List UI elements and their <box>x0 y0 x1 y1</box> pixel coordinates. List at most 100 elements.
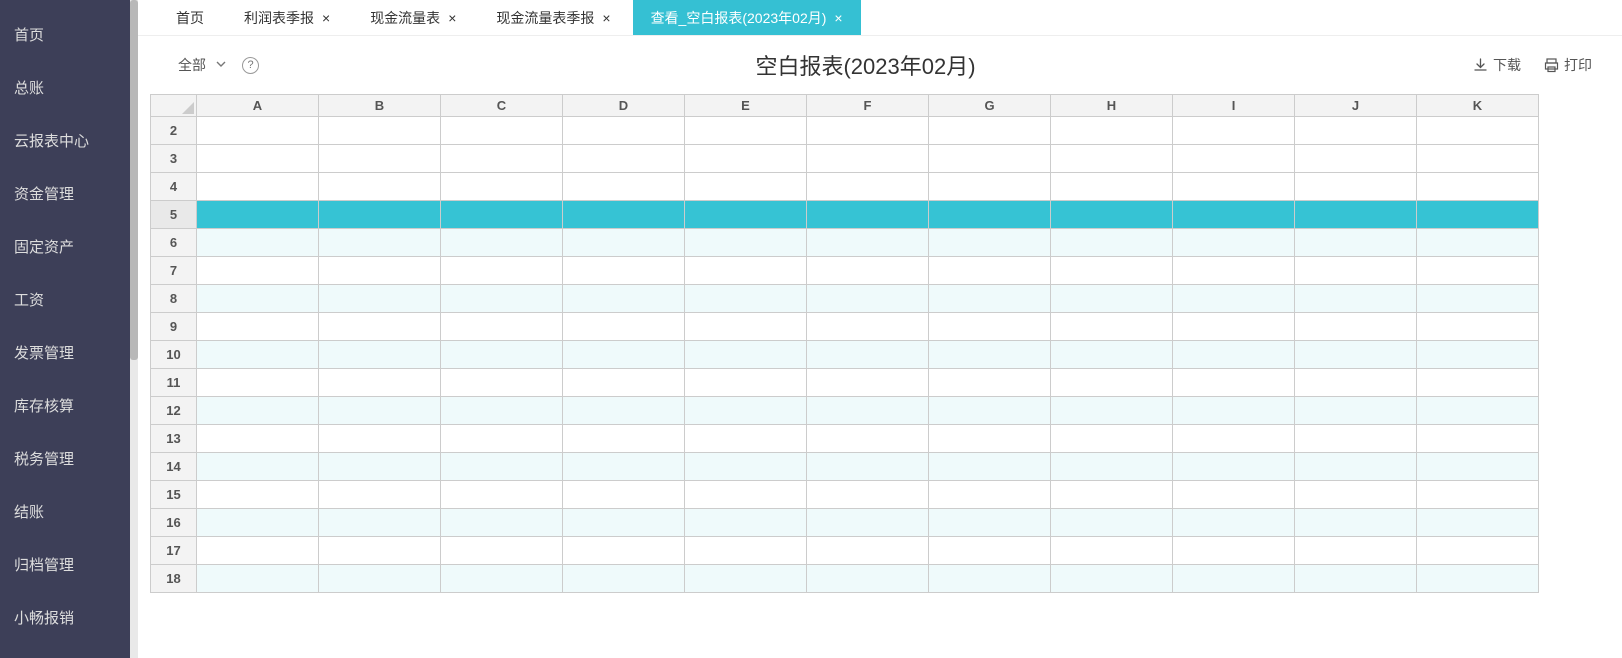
cell-K3[interactable] <box>1417 145 1539 173</box>
cell-F12[interactable] <box>807 397 929 425</box>
cell-G3[interactable] <box>929 145 1051 173</box>
help-icon[interactable]: ? <box>242 57 259 74</box>
cell-I13[interactable] <box>1173 425 1295 453</box>
cell-E12[interactable] <box>685 397 807 425</box>
cell-C14[interactable] <box>441 453 563 481</box>
cell-G17[interactable] <box>929 537 1051 565</box>
cell-F18[interactable] <box>807 565 929 593</box>
cell-D17[interactable] <box>563 537 685 565</box>
cell-G15[interactable] <box>929 481 1051 509</box>
close-icon[interactable]: × <box>834 10 842 26</box>
row-header-18[interactable]: 18 <box>151 565 197 593</box>
cell-I10[interactable] <box>1173 341 1295 369</box>
cell-H9[interactable] <box>1051 313 1173 341</box>
cell-E17[interactable] <box>685 537 807 565</box>
cell-B12[interactable] <box>319 397 441 425</box>
cell-B15[interactable] <box>319 481 441 509</box>
cell-E3[interactable] <box>685 145 807 173</box>
cell-E16[interactable] <box>685 509 807 537</box>
cell-H18[interactable] <box>1051 565 1173 593</box>
cell-B5[interactable] <box>319 201 441 229</box>
cell-D9[interactable] <box>563 313 685 341</box>
cell-I15[interactable] <box>1173 481 1295 509</box>
cell-F17[interactable] <box>807 537 929 565</box>
cell-E7[interactable] <box>685 257 807 285</box>
cell-I18[interactable] <box>1173 565 1295 593</box>
close-icon[interactable]: × <box>322 10 330 26</box>
cell-K14[interactable] <box>1417 453 1539 481</box>
cell-A8[interactable] <box>197 285 319 313</box>
cell-I8[interactable] <box>1173 285 1295 313</box>
cell-C15[interactable] <box>441 481 563 509</box>
sidebar-item-3[interactable]: 资金管理 <box>0 167 130 220</box>
sidebar-item-8[interactable]: 税务管理 <box>0 432 130 485</box>
row-header-5[interactable]: 5 <box>151 201 197 229</box>
cell-H3[interactable] <box>1051 145 1173 173</box>
cell-B7[interactable] <box>319 257 441 285</box>
cell-G9[interactable] <box>929 313 1051 341</box>
cell-E2[interactable] <box>685 117 807 145</box>
cell-F15[interactable] <box>807 481 929 509</box>
sidebar-item-9[interactable]: 结账 <box>0 485 130 538</box>
cell-K12[interactable] <box>1417 397 1539 425</box>
cell-I3[interactable] <box>1173 145 1295 173</box>
cell-B10[interactable] <box>319 341 441 369</box>
cell-B8[interactable] <box>319 285 441 313</box>
cell-H7[interactable] <box>1051 257 1173 285</box>
cell-I6[interactable] <box>1173 229 1295 257</box>
cell-I14[interactable] <box>1173 453 1295 481</box>
cell-H10[interactable] <box>1051 341 1173 369</box>
cell-G12[interactable] <box>929 397 1051 425</box>
cell-G14[interactable] <box>929 453 1051 481</box>
cell-A16[interactable] <box>197 509 319 537</box>
cell-K7[interactable] <box>1417 257 1539 285</box>
cell-K9[interactable] <box>1417 313 1539 341</box>
cell-C4[interactable] <box>441 173 563 201</box>
sidebar-scrollbar[interactable] <box>130 0 138 658</box>
cell-B11[interactable] <box>319 369 441 397</box>
sidebar-item-1[interactable]: 总账 <box>0 61 130 114</box>
cell-H6[interactable] <box>1051 229 1173 257</box>
row-header-12[interactable]: 12 <box>151 397 197 425</box>
cell-J13[interactable] <box>1295 425 1417 453</box>
cell-D3[interactable] <box>563 145 685 173</box>
cell-K2[interactable] <box>1417 117 1539 145</box>
cell-A13[interactable] <box>197 425 319 453</box>
cell-J11[interactable] <box>1295 369 1417 397</box>
cell-I4[interactable] <box>1173 173 1295 201</box>
cell-K8[interactable] <box>1417 285 1539 313</box>
cell-D18[interactable] <box>563 565 685 593</box>
cell-H8[interactable] <box>1051 285 1173 313</box>
cell-J3[interactable] <box>1295 145 1417 173</box>
filter-dropdown[interactable]: 全部 ? <box>178 55 259 75</box>
cell-E9[interactable] <box>685 313 807 341</box>
spreadsheet[interactable]: ABCDEFGHIJK23456789101112131415161718 <box>138 94 1622 658</box>
cell-E8[interactable] <box>685 285 807 313</box>
cell-A6[interactable] <box>197 229 319 257</box>
cell-A14[interactable] <box>197 453 319 481</box>
cell-K15[interactable] <box>1417 481 1539 509</box>
cell-J5[interactable] <box>1295 201 1417 229</box>
cell-C8[interactable] <box>441 285 563 313</box>
tab-3[interactable]: 现金流量表季报× <box>478 0 628 35</box>
column-header-J[interactable]: J <box>1295 95 1417 117</box>
cell-J2[interactable] <box>1295 117 1417 145</box>
download-button[interactable]: 下载 <box>1472 55 1521 75</box>
cell-I9[interactable] <box>1173 313 1295 341</box>
cell-A9[interactable] <box>197 313 319 341</box>
cell-C7[interactable] <box>441 257 563 285</box>
cell-G7[interactable] <box>929 257 1051 285</box>
sidebar-item-6[interactable]: 发票管理 <box>0 326 130 379</box>
cell-E11[interactable] <box>685 369 807 397</box>
cell-A10[interactable] <box>197 341 319 369</box>
cell-A4[interactable] <box>197 173 319 201</box>
cell-F2[interactable] <box>807 117 929 145</box>
cell-F16[interactable] <box>807 509 929 537</box>
column-header-C[interactable]: C <box>441 95 563 117</box>
row-header-6[interactable]: 6 <box>151 229 197 257</box>
column-header-H[interactable]: H <box>1051 95 1173 117</box>
cell-H2[interactable] <box>1051 117 1173 145</box>
cell-A11[interactable] <box>197 369 319 397</box>
row-header-17[interactable]: 17 <box>151 537 197 565</box>
cell-G6[interactable] <box>929 229 1051 257</box>
